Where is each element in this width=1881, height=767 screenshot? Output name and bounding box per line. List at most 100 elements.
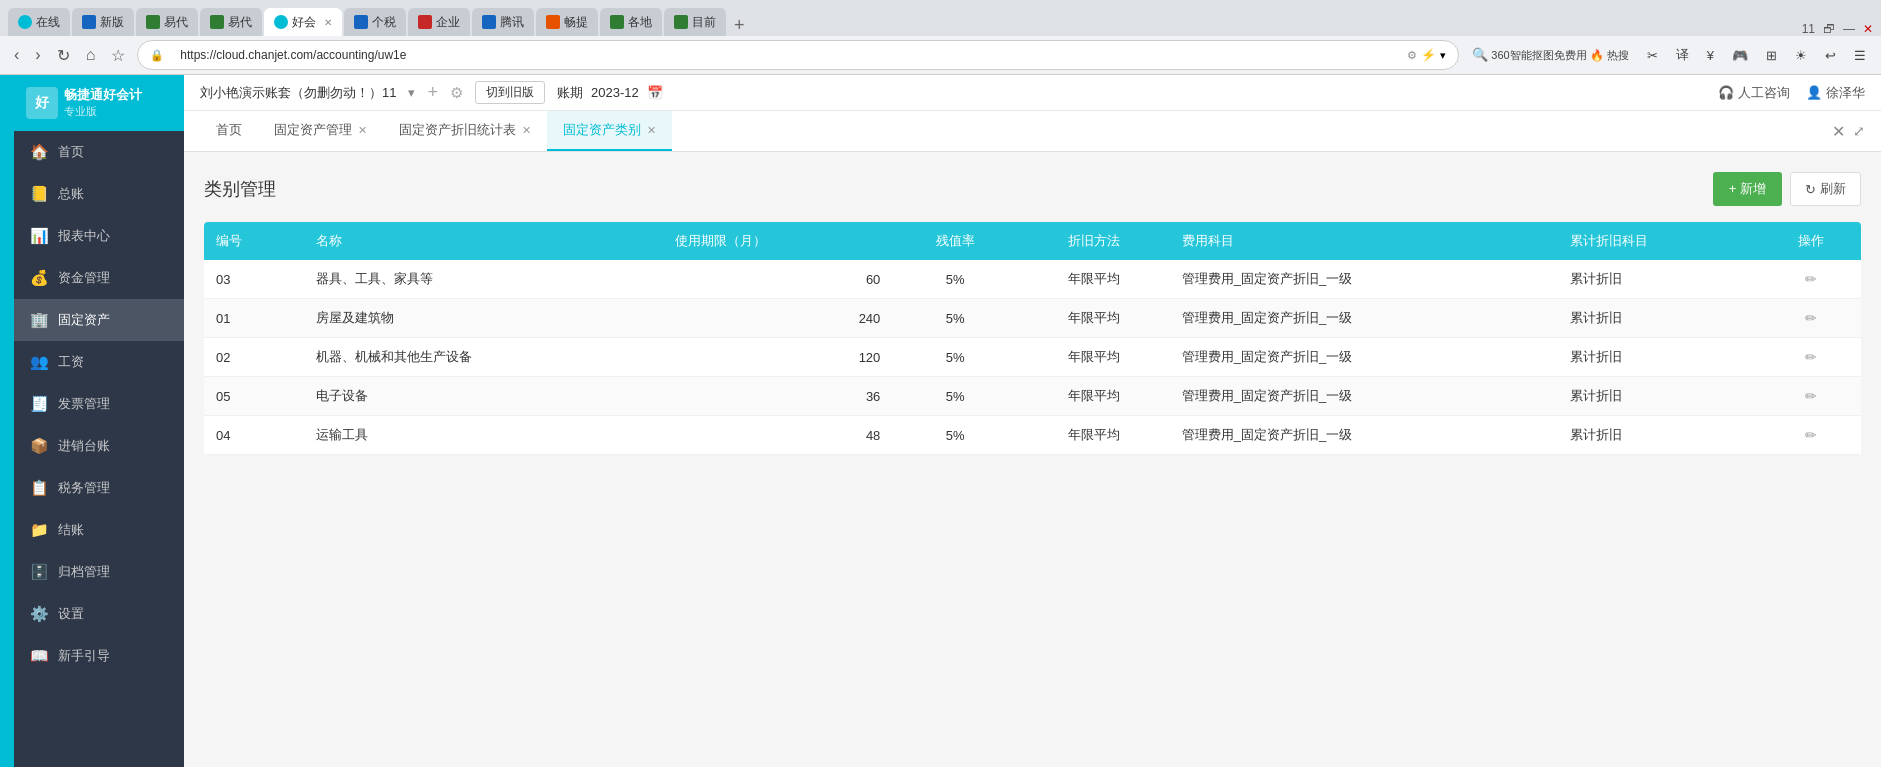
- browser-tab-10[interactable]: 目前: [664, 8, 726, 36]
- funds-icon: 💰: [30, 269, 48, 287]
- grid-btn[interactable]: ⊞: [1761, 46, 1782, 65]
- page-tabs: 首页 固定资产管理 ✕ 固定资产折旧统计表 ✕ 固定资产类别 ✕ ✕ ⤢: [184, 111, 1881, 152]
- dropdown-icon[interactable]: ▾: [1440, 49, 1446, 62]
- home-button[interactable]: ⌂: [82, 44, 100, 66]
- sidebar-item-ledger[interactable]: 📒 总账: [14, 173, 184, 215]
- menu-btn[interactable]: ☰: [1849, 46, 1871, 65]
- page-tab-depreciation-label: 固定资产折旧统计表: [399, 121, 516, 139]
- app-topbar: 刘小艳演示账套（勿删勿动！）11 ▾ + ⚙ 切到旧版 账期 2023-12 📅…: [184, 75, 1881, 111]
- edit-icon[interactable]: ✏: [1805, 388, 1817, 404]
- cell-action: ✏: [1761, 377, 1861, 416]
- sidebar-item-fixed-assets[interactable]: 🏢 固定资产: [14, 299, 184, 341]
- home-icon: 🏠: [30, 143, 48, 161]
- dropdown-arrow[interactable]: ▾: [408, 85, 415, 100]
- browser-tab-3[interactable]: 易代: [200, 8, 262, 36]
- sidebar-item-inventory[interactable]: 📦 进销台账: [14, 425, 184, 467]
- reload-button[interactable]: ↻: [53, 44, 74, 67]
- cell-code: 04: [204, 416, 304, 455]
- window-restore-btn[interactable]: 🗗: [1823, 22, 1835, 36]
- page-tab-category[interactable]: 固定资产类别 ✕: [547, 111, 672, 151]
- tab-label-4: 好会: [292, 14, 316, 31]
- edit-icon[interactable]: ✏: [1805, 349, 1817, 365]
- cell-period: 36: [663, 377, 892, 416]
- page-tab-asset-mgmt[interactable]: 固定资产管理 ✕: [258, 111, 383, 151]
- browser-tab-2[interactable]: 易代: [136, 8, 198, 36]
- sidebar-item-closing[interactable]: 📁 结账: [14, 509, 184, 551]
- browser-tab-0[interactable]: 在线: [8, 8, 70, 36]
- cell-period: 240: [663, 299, 892, 338]
- page-tab-category-close[interactable]: ✕: [647, 124, 656, 137]
- cell-residual: 5%: [892, 260, 1018, 299]
- window-close-btn[interactable]: ✕: [1863, 22, 1873, 36]
- tab-label-10: 目前: [692, 14, 716, 31]
- sidebar-item-settings[interactable]: ⚙️ 设置: [14, 593, 184, 635]
- page-tab-depreciation[interactable]: 固定资产折旧统计表 ✕: [383, 111, 547, 151]
- search-btn[interactable]: 🔍 360智能抠图免费用 🔥 热搜: [1467, 45, 1634, 65]
- fixed-assets-icon: 🏢: [30, 311, 48, 329]
- translate-btn[interactable]: 译: [1671, 44, 1694, 66]
- cell-code: 01: [204, 299, 304, 338]
- browser-tab-6[interactable]: 企业: [408, 8, 470, 36]
- browser-tab-7[interactable]: 腾讯: [472, 8, 534, 36]
- sidebar-item-funds[interactable]: 💰 资金管理: [14, 257, 184, 299]
- col-accum: 累计折旧科目: [1558, 222, 1762, 260]
- scissors-btn[interactable]: ✂: [1642, 46, 1663, 65]
- undo-btn[interactable]: ↩: [1820, 46, 1841, 65]
- tab-expand-btn[interactable]: ⤢: [1853, 123, 1865, 139]
- page-tab-asset-mgmt-close[interactable]: ✕: [358, 124, 367, 137]
- browser-tab-1[interactable]: 新版: [72, 8, 134, 36]
- cell-expense: 管理费用_固定资产折旧_一级: [1170, 416, 1558, 455]
- sidebar-item-guide[interactable]: 📖 新手引导: [14, 635, 184, 677]
- settings-gear-btn[interactable]: ⚙: [450, 84, 463, 102]
- sidebar-item-home[interactable]: 🏠 首页: [14, 131, 184, 173]
- address-bar: ‹ › ↻ ⌂ ☆ 🔒 ⚙ ⚡ ▾ 🔍 360智能抠图免费用 🔥 热搜 ✂ 译 …: [0, 36, 1881, 75]
- sidebar-item-reports[interactable]: 📊 报表中心: [14, 215, 184, 257]
- table-row: 02 机器、机械和其他生产设备 120 5% 年限平均 管理费用_固定资产折旧_…: [204, 338, 1861, 377]
- left-accent: [0, 75, 14, 767]
- edit-icon[interactable]: ✏: [1805, 271, 1817, 287]
- sidebar: 好 畅捷通好会计 专业版 🏠 首页 📒 总账 📊 报表中心 💰: [14, 75, 184, 767]
- browser-tab-8[interactable]: 畅提: [536, 8, 598, 36]
- header-actions: + 新增 ↻ 刷新: [1713, 172, 1861, 206]
- page-tab-home[interactable]: 首页: [200, 111, 258, 151]
- add-account-btn[interactable]: +: [427, 82, 438, 103]
- calendar-icon[interactable]: 📅: [647, 85, 663, 100]
- cell-accum: 累计折旧: [1558, 338, 1762, 377]
- tab-label-1: 新版: [100, 14, 124, 31]
- browser-tab-9[interactable]: 各地: [600, 8, 662, 36]
- window-minimize-btn[interactable]: 11: [1802, 22, 1815, 36]
- page-tab-depreciation-close[interactable]: ✕: [522, 124, 531, 137]
- sidebar-label-ledger: 总账: [58, 185, 84, 203]
- bookmark-button[interactable]: ☆: [107, 44, 129, 67]
- user-avatar[interactable]: 👤 徐泽华: [1806, 84, 1865, 102]
- brightness-btn[interactable]: ☀: [1790, 46, 1812, 65]
- game-btn[interactable]: 🎮: [1727, 46, 1753, 65]
- customer-service-btn[interactable]: 🎧 人工咨询: [1718, 84, 1790, 102]
- add-button[interactable]: + 新增: [1713, 172, 1782, 206]
- col-method: 折旧方法: [1018, 222, 1170, 260]
- window-maximize-btn[interactable]: —: [1843, 22, 1855, 36]
- sidebar-item-payroll[interactable]: 👥 工资: [14, 341, 184, 383]
- edit-icon[interactable]: ✏: [1805, 310, 1817, 326]
- browser-tab-5[interactable]: 个税: [344, 8, 406, 36]
- switch-version-btn[interactable]: 切到旧版: [475, 81, 545, 104]
- sidebar-item-invoice[interactable]: 🧾 发票管理: [14, 383, 184, 425]
- sidebar-label-closing: 结账: [58, 521, 84, 539]
- browser-tab-4[interactable]: 好会 ✕: [264, 8, 342, 36]
- tab-close-icon-4[interactable]: ✕: [324, 17, 332, 28]
- refresh-icon: ↻: [1805, 182, 1816, 197]
- cell-name: 运输工具: [304, 416, 663, 455]
- currency-btn[interactable]: ¥: [1702, 46, 1719, 65]
- back-button[interactable]: ‹: [10, 44, 23, 66]
- refresh-button[interactable]: ↻ 刷新: [1790, 172, 1861, 206]
- address-input[interactable]: [168, 44, 1402, 66]
- sidebar-item-tax[interactable]: 📋 税务管理: [14, 467, 184, 509]
- ledger-icon: 📒: [30, 185, 48, 203]
- new-tab-button[interactable]: +: [728, 15, 751, 36]
- period-label: 账期: [557, 84, 583, 102]
- tab-close-window-btn[interactable]: ✕: [1832, 122, 1845, 141]
- cell-period: 60: [663, 260, 892, 299]
- forward-button[interactable]: ›: [31, 44, 44, 66]
- edit-icon[interactable]: ✏: [1805, 427, 1817, 443]
- sidebar-item-archive[interactable]: 🗄️ 归档管理: [14, 551, 184, 593]
